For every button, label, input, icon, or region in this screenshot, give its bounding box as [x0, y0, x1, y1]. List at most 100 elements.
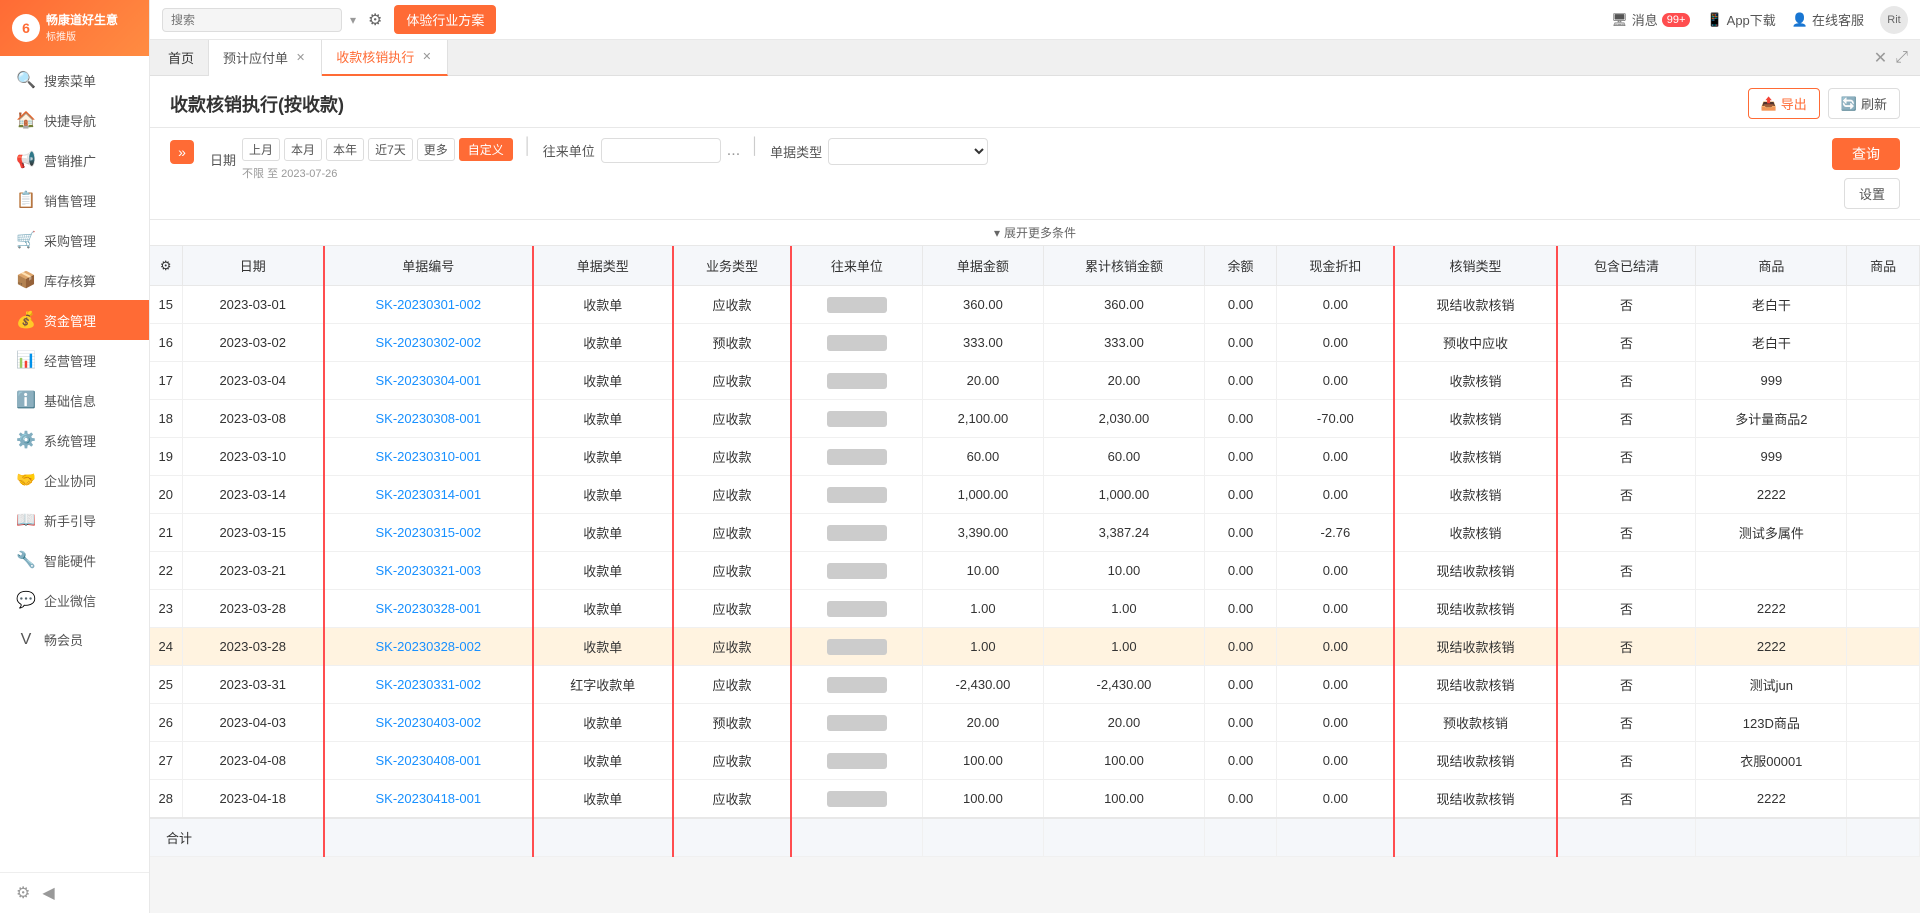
unit-input[interactable] [601, 138, 721, 163]
sidebar-item-nav[interactable]: 🏠 快捷导航 [0, 100, 149, 140]
cell-doc-no[interactable]: SK-20230315-002 [324, 514, 533, 552]
doc-no-link[interactable]: SK-20230331-002 [376, 677, 482, 692]
export-button[interactable]: 📤 导出 [1748, 88, 1820, 119]
doc-no-link[interactable]: SK-20230302-002 [376, 335, 482, 350]
sidebar-item-finance[interactable]: 💰 资金管理 [0, 300, 149, 340]
filter-separator-1: │ [523, 138, 533, 156]
sidebar-item-marketing[interactable]: 📢 营销推广 [0, 140, 149, 180]
message-button[interactable]: 🖥 消息 99+ [1611, 10, 1690, 29]
unit-dots-button[interactable]: ... [727, 142, 740, 160]
doc-no-link[interactable]: SK-20230314-001 [376, 487, 482, 502]
search-input[interactable] [162, 8, 342, 32]
table-row: 26 2023-04-03 SK-20230403-002 收款单 预收款 ▓▓… [150, 704, 1920, 742]
date-btn-this-month[interactable]: 本月 [284, 138, 322, 161]
date-btn-this-year[interactable]: 本年 [326, 138, 364, 161]
cell-doc-no[interactable]: SK-20230304-001 [324, 362, 533, 400]
doc-no-link[interactable]: SK-20230321-003 [376, 563, 482, 578]
cell-doc-no[interactable]: SK-20230314-001 [324, 476, 533, 514]
sidebar-item-guide[interactable]: 📖 新手引导 [0, 500, 149, 540]
tab-maximize-icon[interactable]: ⤢ [1895, 49, 1908, 67]
tab-home[interactable]: 首页 [154, 40, 209, 76]
solution-button[interactable]: 体验行业方案 [394, 5, 496, 34]
service-icon: 👤 [1792, 12, 1808, 28]
footer-c3 [922, 818, 1044, 857]
doc-no-link[interactable]: SK-20230304-001 [376, 373, 482, 388]
cell-doc-no[interactable]: SK-20230331-002 [324, 666, 533, 704]
enterprise-icon: 🤝 [16, 470, 36, 490]
settings-footer-icon[interactable]: ⚙ [16, 883, 30, 903]
sidebar-item-system[interactable]: ⚙️ 系统管理 [0, 420, 149, 460]
collapse-icon[interactable]: ◀ [42, 883, 54, 903]
cell-cancel-type: 收款核销 [1394, 476, 1556, 514]
sidebar-item-basic[interactable]: ℹ️ 基础信息 [0, 380, 149, 420]
doc-no-link[interactable]: SK-20230301-002 [376, 297, 482, 312]
sidebar-item-sales[interactable]: 📋 销售管理 [0, 180, 149, 220]
sidebar-item-purchase[interactable]: 🛒 采购管理 [0, 220, 149, 260]
main-area: ▾ ⚙ 体验行业方案 🖥 消息 99+ 📱 App下载 👤 在线客服 Rit [150, 0, 1920, 913]
cell-doc-no[interactable]: SK-20230301-002 [324, 286, 533, 324]
cell-doc-type: 收款单 [533, 514, 673, 552]
cell-doc-no[interactable]: SK-20230403-002 [324, 704, 533, 742]
date-filter-field: 日期 上月 本月 本年 近7天 更多 自定义 不限 至 2023-07-26 [210, 138, 513, 181]
expand-conditions-button[interactable]: ▾ 展开更多条件 [994, 224, 1076, 241]
query-button[interactable]: 查询 [1832, 138, 1900, 170]
sidebar-item-inventory[interactable]: 📦 库存核算 [0, 260, 149, 300]
th-biz-type: 业务类型 [673, 246, 791, 286]
unit-blurred: ▓▓▓▓ [827, 411, 887, 427]
doc-no-link[interactable]: SK-20230418-001 [376, 791, 482, 806]
doc-no-link[interactable]: SK-20230315-002 [376, 525, 482, 540]
cell-doc-no[interactable]: SK-20230321-003 [324, 552, 533, 590]
sidebar-item-wechat[interactable]: 💬 企业微信 [0, 580, 149, 620]
cell-amount: 3,390.00 [922, 514, 1044, 552]
date-btn-7days[interactable]: 近7天 [368, 138, 413, 161]
date-btn-last-month[interactable]: 上月 [242, 138, 280, 161]
refresh-button[interactable]: 🔄 刷新 [1828, 88, 1900, 119]
doc-no-link[interactable]: SK-20230328-001 [376, 601, 482, 616]
logo-text-group: 畅康道好生意 标推版 [46, 13, 118, 44]
th-gear[interactable]: ⚙ [150, 246, 182, 286]
cell-doc-no[interactable]: SK-20230328-002 [324, 628, 533, 666]
doc-no-link[interactable]: SK-20230308-001 [376, 411, 482, 426]
tab-close-btn[interactable]: ✕ [1874, 48, 1887, 68]
cell-doc-no[interactable]: SK-20230310-001 [324, 438, 533, 476]
doc-no-link[interactable]: SK-20230310-001 [376, 449, 482, 464]
dropdown-arrow-icon[interactable]: ▾ [350, 13, 356, 27]
doc-no-link[interactable]: SK-20230403-002 [376, 715, 482, 730]
tab-payable-close-icon[interactable]: ✕ [294, 50, 307, 65]
tabbar: 首页 预计应付单 ✕ 收款核销执行 ✕ ✕ ⤢ [150, 40, 1920, 76]
filter-toggle-button[interactable]: » [170, 140, 194, 164]
tab-payable[interactable]: 预计应付单 ✕ [209, 40, 322, 76]
doctype-select[interactable] [828, 138, 988, 165]
cell-date: 2023-03-02 [182, 324, 324, 362]
sidebar-item-enterprise[interactable]: 🤝 企业协同 [0, 460, 149, 500]
doc-no-link[interactable]: SK-20230408-001 [376, 753, 482, 768]
user-avatar[interactable]: Rit [1880, 6, 1908, 34]
tab-collection[interactable]: 收款核销执行 ✕ [322, 40, 448, 76]
cell-product2 [1847, 476, 1920, 514]
filter-settings-button[interactable]: 设置 [1844, 178, 1900, 209]
table-row: 28 2023-04-18 SK-20230418-001 收款单 应收款 ▓▓… [150, 780, 1920, 819]
date-btn-more[interactable]: 更多 [417, 138, 455, 161]
sidebar-item-business[interactable]: 📊 经营管理 [0, 340, 149, 380]
date-btn-custom[interactable]: 自定义 [459, 138, 513, 161]
app-download-button[interactable]: 📱 App下载 [1706, 10, 1775, 29]
tab-payable-label: 预计应付单 [223, 48, 288, 67]
doc-no-link[interactable]: SK-20230328-002 [376, 639, 482, 654]
sidebar-item-label: 系统管理 [44, 431, 96, 450]
sidebar-item-search[interactable]: 🔍 搜索菜单 [0, 60, 149, 100]
cell-doc-no[interactable]: SK-20230328-001 [324, 590, 533, 628]
gear-icon[interactable]: ⚙ [368, 10, 382, 30]
cell-doc-no[interactable]: SK-20230308-001 [324, 400, 533, 438]
table-row: 21 2023-03-15 SK-20230315-002 收款单 应收款 ▓▓… [150, 514, 1920, 552]
cell-doc-no[interactable]: SK-20230418-001 [324, 780, 533, 819]
cell-accum: 20.00 [1044, 362, 1205, 400]
sidebar-item-hardware[interactable]: 🔧 智能硬件 [0, 540, 149, 580]
sidebar-footer: ⚙ ◀ [0, 872, 149, 913]
cell-doc-no[interactable]: SK-20230302-002 [324, 324, 533, 362]
cell-doc-no[interactable]: SK-20230408-001 [324, 742, 533, 780]
sidebar-item-member[interactable]: V 畅会员 [0, 620, 149, 659]
service-button[interactable]: 👤 在线客服 [1792, 10, 1864, 29]
tab-collection-close-icon[interactable]: ✕ [420, 49, 433, 64]
cell-date: 2023-03-21 [182, 552, 324, 590]
sidebar-item-label: 库存核算 [44, 271, 96, 290]
